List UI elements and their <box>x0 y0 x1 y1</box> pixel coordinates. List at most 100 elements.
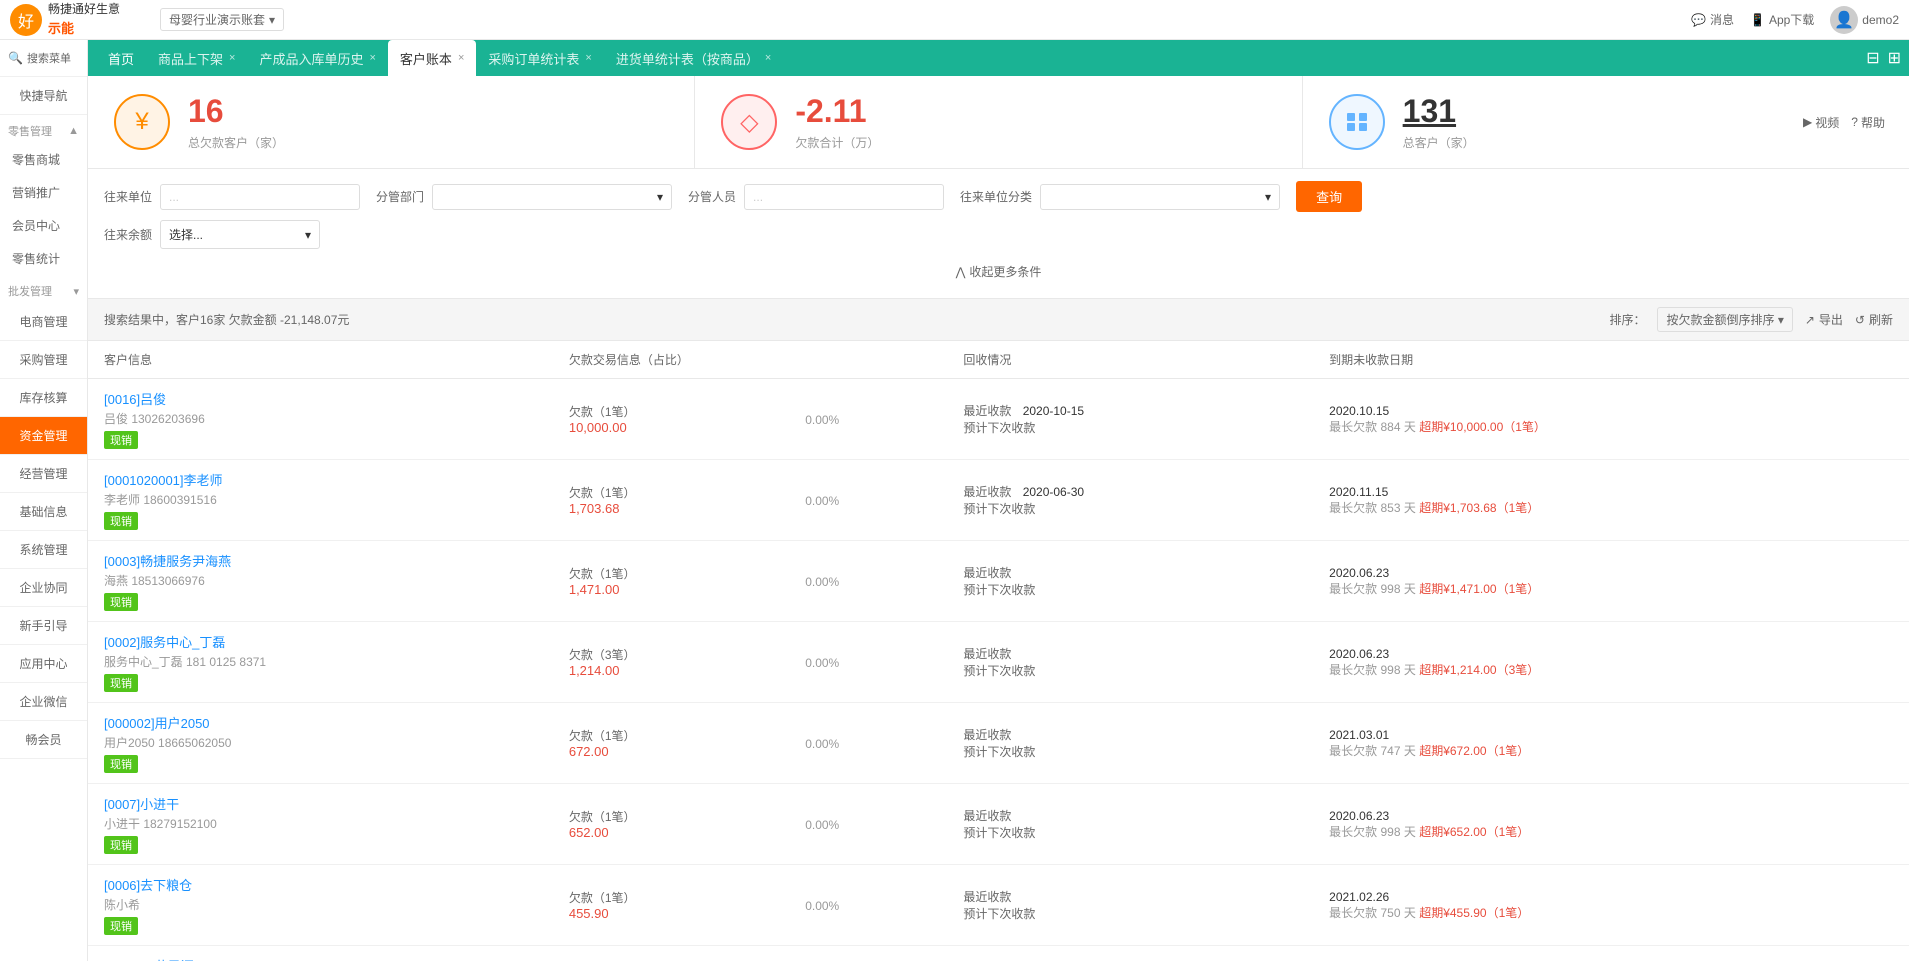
tab-products-label: 商品上下架 <box>158 49 223 68</box>
video-btn[interactable]: ▶ 视频 <box>1803 114 1839 131</box>
store-selector[interactable]: 母婴行业演示账套 ▾ <box>160 8 284 31</box>
col-due-date: 到期未收款日期 <box>1313 341 1909 379</box>
due-date-4: 2021.03.01 <box>1329 728 1893 742</box>
filter-person-value: ... <box>753 190 763 204</box>
tab-customer-account-close[interactable]: × <box>458 52 464 64</box>
export-button[interactable]: ↗ 导出 <box>1805 311 1843 328</box>
customer-name-link-6[interactable]: [0006]去下粮仓 <box>104 878 192 893</box>
sidebar-item-search[interactable]: 🔍 搜索菜单 <box>0 40 87 77</box>
next-collect-info-2: 预计下次收款 <box>963 581 1297 598</box>
overdue-link-0[interactable]: 超期¥10,000.00（1笔） <box>1419 420 1546 434</box>
sidebar-item-system[interactable]: 系统管理 <box>0 531 87 569</box>
customer-info-3: [0002]服务中心_丁磊 服务中心_丁磊 181 0125 8371 现销 <box>104 632 537 692</box>
sidebar-item-ecommerce[interactable]: 电商管理 <box>0 303 87 341</box>
customer-name-link-4[interactable]: [000002]用户2050 <box>104 716 210 731</box>
overdue-link-1[interactable]: 超期¥1,703.68（1笔） <box>1419 501 1539 515</box>
debt-percent-0: 0.00% <box>805 413 839 427</box>
filter-category-label: 往来单位分类 <box>960 188 1032 205</box>
overdue-link-4[interactable]: 超期¥672.00（1笔） <box>1419 744 1529 758</box>
customer-name-link-0[interactable]: [0016]吕俊 <box>104 392 166 407</box>
cell-debt-count-1: 欠款（1笔） 1,703.68 <box>553 460 789 541</box>
store-name: 母婴行业演示账套 <box>169 11 265 28</box>
customer-info-0: [0016]吕俊 吕俊 13026203696 现销 <box>104 389 537 449</box>
tab-products-close[interactable]: × <box>229 52 235 64</box>
stats-bar: ¥ 16 总欠款客户（家） ◇ -2.11 欠款合计（万） <box>88 76 1909 169</box>
tab-inventory-summary[interactable]: 进货单统计表（按商品） × <box>604 40 783 76</box>
tab-home[interactable]: 首页 <box>96 40 146 76</box>
sidebar-item-app-center[interactable]: 应用中心 <box>0 645 87 683</box>
stat-info-2: -2.11 欠款合计（万） <box>795 93 879 151</box>
results-bar: 搜索结果中，客户16家 欠款金额 -21,148.07元 排序： 按欠款金额倒序… <box>88 299 1909 341</box>
cell-debt-count-0: 欠款（1笔） 10,000.00 <box>553 379 789 460</box>
total-customers-icon <box>1329 94 1385 150</box>
cell-due-date-4: 2021.03.01 最长欠款 747 天 超期¥672.00（1笔） <box>1313 703 1909 784</box>
members-label: 会员中心 <box>12 219 60 233</box>
customer-contact-4: 用户2050 18665062050 <box>104 734 537 751</box>
sidebar-item-business[interactable]: 经营管理 <box>0 455 87 493</box>
sidebar-item-retail-mall[interactable]: 零售商城 <box>0 143 87 176</box>
sidebar-item-inventory[interactable]: 库存核算 <box>0 379 87 417</box>
cell-debt-percent-1: 0.00% <box>789 460 947 541</box>
message-button[interactable]: 💬 消息 <box>1691 11 1734 28</box>
tabs-expand-icon[interactable]: ⊞ <box>1888 48 1901 68</box>
sidebar-item-marketing[interactable]: 营销推广 <box>0 176 87 209</box>
next-collect-info-5: 预计下次收款 <box>963 824 1297 841</box>
sidebar-item-vip[interactable]: 畅会员 <box>0 721 87 759</box>
overdue-days-6: 最长欠款 750 天 超期¥455.90（1笔） <box>1329 904 1893 921</box>
table-row: [000001]黄思源 黄思源 13552700226 现销 欠款（1笔） 42… <box>88 946 1909 961</box>
filter-unit-input[interactable]: ... <box>160 184 360 210</box>
sidebar-item-purchase[interactable]: 采购管理 <box>0 341 87 379</box>
sidebar-item-enterprise-wx[interactable]: 企业微信 <box>0 683 87 721</box>
overdue-link-2[interactable]: 超期¥1,471.00（1笔） <box>1419 582 1539 596</box>
customer-tag-6: 现销 <box>104 917 138 935</box>
tab-product-history[interactable]: 产成品入库单历史 × <box>247 40 387 76</box>
customer-tag-1: 现销 <box>104 512 138 530</box>
collapse-button[interactable]: ⋀ 收起更多条件 <box>104 257 1893 286</box>
tabs-minimize-icon[interactable]: ⊟ <box>1866 48 1879 68</box>
collapse-up-icon: ⋀ <box>956 265 966 279</box>
filter-person-input[interactable]: ... <box>744 184 944 210</box>
sidebar-item-quick-nav[interactable]: 快捷导航 <box>0 77 87 115</box>
help-btn[interactable]: ? 帮助 <box>1851 114 1885 131</box>
tab-product-history-close[interactable]: × <box>369 52 375 64</box>
sidebar-item-finance[interactable]: 资金管理 <box>0 417 87 455</box>
search-icon: 🔍 <box>8 51 23 65</box>
tab-purchase-summary-close[interactable]: × <box>585 52 591 64</box>
sidebar-item-members[interactable]: 会员中心 <box>0 209 87 242</box>
customer-name-link-5[interactable]: [0007]小进干 <box>104 797 179 812</box>
sidebar-item-batch-mgmt[interactable]: 批发管理 ▾ <box>0 275 87 303</box>
tab-products[interactable]: 商品上下架 × <box>146 40 247 76</box>
customer-name-link-2[interactable]: [0003]畅捷服务尹海燕 <box>104 554 231 569</box>
app-download-button[interactable]: 📱 App下载 <box>1750 11 1814 28</box>
filter-dept-select[interactable]: ▾ <box>432 184 672 210</box>
tab-customer-account[interactable]: 客户账本 × <box>388 40 476 76</box>
sidebar-item-retail-mgmt[interactable]: 零售管理 ▲ <box>0 115 87 143</box>
cell-debt-percent-5: 0.00% <box>789 784 947 865</box>
filters-area: 往来单位 ... 分管部门 ▾ 分管人员 <box>88 169 1909 299</box>
sort-select[interactable]: 按欠款金额倒序排序 ▾ <box>1657 307 1792 332</box>
overdue-link-5[interactable]: 超期¥652.00（1笔） <box>1419 825 1529 839</box>
refresh-button[interactable]: ↺ 刷新 <box>1855 311 1893 328</box>
customer-name-link-3[interactable]: [0002]服务中心_丁磊 <box>104 635 225 650</box>
search-button[interactable]: 查询 <box>1296 181 1362 212</box>
debt-percent-3: 0.00% <box>805 656 839 670</box>
latest-collect-label-0: 最近收款 <box>963 404 1011 418</box>
next-collect-label-2: 预计下次收款 <box>963 583 1035 597</box>
tab-purchase-summary[interactable]: 采购订单统计表 × <box>476 40 603 76</box>
filter-category-select[interactable]: ▾ <box>1040 184 1280 210</box>
sidebar-item-enterprise[interactable]: 企业协同 <box>0 569 87 607</box>
overdue-days-1: 最长欠款 853 天 超期¥1,703.68（1笔） <box>1329 499 1893 516</box>
filter-balance-select[interactable]: 选择... ▾ <box>160 220 320 249</box>
sidebar-item-retail-stats[interactable]: 零售统计 <box>0 242 87 275</box>
chevron-balance-icon: ▾ <box>305 228 311 242</box>
customer-name-link-1[interactable]: [0001020001]李老师 <box>104 473 223 488</box>
user-menu-button[interactable]: 👤 demo2 <box>1830 6 1899 34</box>
overdue-link-3[interactable]: 超期¥1,214.00（3笔） <box>1419 663 1539 677</box>
tab-inventory-summary-close[interactable]: × <box>765 52 771 64</box>
sidebar-item-basic-info[interactable]: 基础信息 <box>0 493 87 531</box>
overdue-link-6[interactable]: 超期¥455.90（1笔） <box>1419 906 1529 920</box>
latest-collect-date-1: 2020-06-30 <box>1023 485 1084 499</box>
sidebar-item-new-guide[interactable]: 新手引导 <box>0 607 87 645</box>
app-download-label: App下载 <box>1769 11 1814 28</box>
customer-contact-2: 海燕 18513066976 <box>104 572 537 589</box>
